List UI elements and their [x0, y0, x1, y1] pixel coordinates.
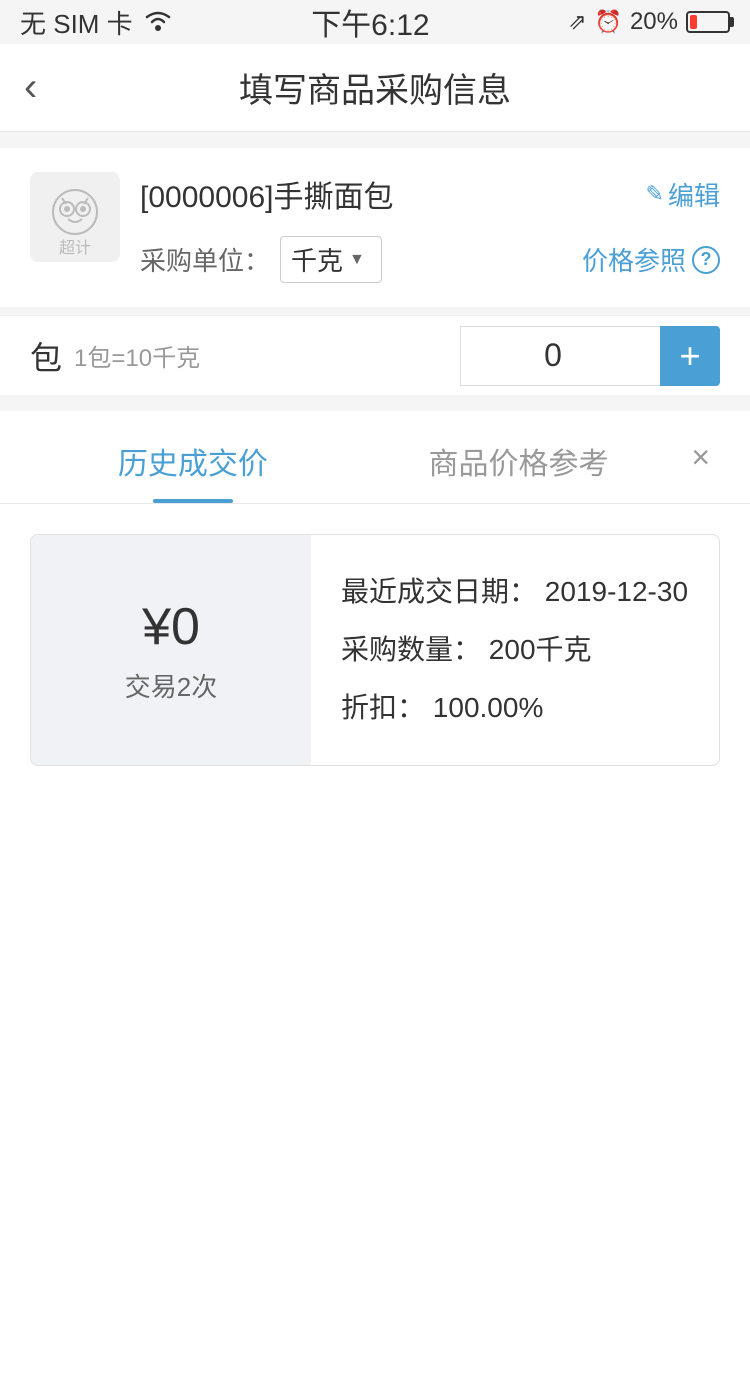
- tab-history-price[interactable]: 历史成交价: [30, 411, 356, 503]
- product-card: 超计 [0000006]手撕面包 ✎ 编辑 采购单位： 千克 价格参照: [0, 148, 750, 307]
- price-ref-button[interactable]: 价格参照 ?: [582, 241, 720, 278]
- edit-button[interactable]: ✎ 编辑: [646, 176, 720, 213]
- nav-bar: ‹ 填写商品采购信息: [0, 44, 750, 132]
- purchase-qty-value: 200千克: [489, 634, 592, 665]
- price-content: ¥0 交易2次 最近成交日期： 2019-12-30 采购数量： 200千克 折…: [0, 504, 750, 796]
- quantity-section: 包 1包=10千克 +: [0, 315, 750, 395]
- price-amount: ¥0: [142, 597, 200, 657]
- logo-text: 超计: [59, 234, 91, 258]
- recent-date-row: 最近成交日期： 2019-12-30: [341, 571, 689, 613]
- purchase-unit-left: 采购单位： 千克: [140, 236, 382, 283]
- product-info: [0000006]手撕面包 ✎ 编辑 采购单位： 千克 价格参照 ?: [140, 172, 720, 283]
- price-trades: 交易2次: [125, 667, 217, 704]
- discount-value: 100.00%: [433, 692, 544, 723]
- status-right: ⇗ ⏰ 20%: [568, 8, 730, 36]
- back-icon: ‹: [24, 65, 37, 109]
- info-icon: ?: [692, 246, 720, 274]
- price-right-panel: 最近成交日期： 2019-12-30 采购数量： 200千克 折扣： 100.0…: [311, 535, 719, 765]
- product-logo: 超计: [30, 172, 120, 262]
- plus-icon: +: [679, 335, 700, 377]
- discount-row: 折扣： 100.00%: [341, 687, 689, 729]
- quantity-plus-button[interactable]: +: [660, 326, 720, 386]
- close-icon: ×: [691, 439, 710, 475]
- status-time: 下午6:12: [311, 0, 429, 44]
- battery-icon: [686, 11, 730, 33]
- wifi-icon: [143, 7, 173, 38]
- qty-unit: 包: [30, 333, 62, 379]
- purchase-qty-label: 采购数量：: [341, 634, 481, 665]
- edit-label: 编辑: [668, 176, 720, 213]
- purchase-unit-row: 采购单位： 千克 价格参照 ?: [140, 236, 720, 283]
- purchase-unit-label: 采购单位：: [140, 241, 270, 278]
- unit-dropdown[interactable]: 千克: [280, 236, 382, 283]
- alarm-icon: ⏰: [595, 9, 622, 35]
- carrier-text: 无 SIM 卡: [20, 4, 133, 41]
- price-card: ¥0 交易2次 最近成交日期： 2019-12-30 采购数量： 200千克 折…: [30, 534, 720, 766]
- content-space: [0, 796, 750, 1396]
- page-title: 填写商品采购信息: [239, 63, 511, 112]
- tab-close-button[interactable]: ×: [681, 419, 720, 496]
- recent-date-value: 2019-12-30: [545, 576, 688, 607]
- battery-percent: 20%: [630, 8, 678, 36]
- quantity-input-group: +: [460, 326, 720, 386]
- quantity-input[interactable]: [460, 326, 660, 386]
- status-left: 无 SIM 卡: [20, 4, 173, 41]
- edit-icon: ✎: [646, 181, 664, 207]
- price-left-panel: ¥0 交易2次: [31, 535, 311, 765]
- product-header: 超计 [0000006]手撕面包 ✎ 编辑 采购单位： 千克 价格参照: [30, 172, 720, 283]
- discount-label: 折扣：: [341, 692, 425, 723]
- tab-section: 历史成交价 商品价格参考 × ¥0 交易2次 最近成交日期： 2019-12-3…: [0, 411, 750, 1396]
- tab-price-ref-label: 商品价格参考: [428, 448, 608, 481]
- product-name-row: [0000006]手撕面包 ✎ 编辑: [140, 172, 720, 216]
- unit-value: 千克: [291, 241, 343, 278]
- product-name: [0000006]手撕面包: [140, 172, 393, 216]
- status-bar: 无 SIM 卡 下午6:12 ⇗ ⏰ 20%: [0, 0, 750, 44]
- quantity-label: 包 1包=10千克: [30, 333, 200, 379]
- tab-history-label: 历史成交价: [118, 448, 268, 481]
- purchase-qty-row: 采购数量： 200千克: [341, 629, 689, 671]
- location-icon: ⇗: [568, 9, 586, 35]
- back-button[interactable]: ‹: [24, 65, 37, 110]
- qty-conversion: 1包=10千克: [74, 338, 200, 373]
- price-ref-label: 价格参照: [582, 241, 686, 278]
- tab-header: 历史成交价 商品价格参考 ×: [0, 411, 750, 504]
- tab-price-reference[interactable]: 商品价格参考: [356, 411, 682, 503]
- recent-date-label: 最近成交日期：: [341, 576, 537, 607]
